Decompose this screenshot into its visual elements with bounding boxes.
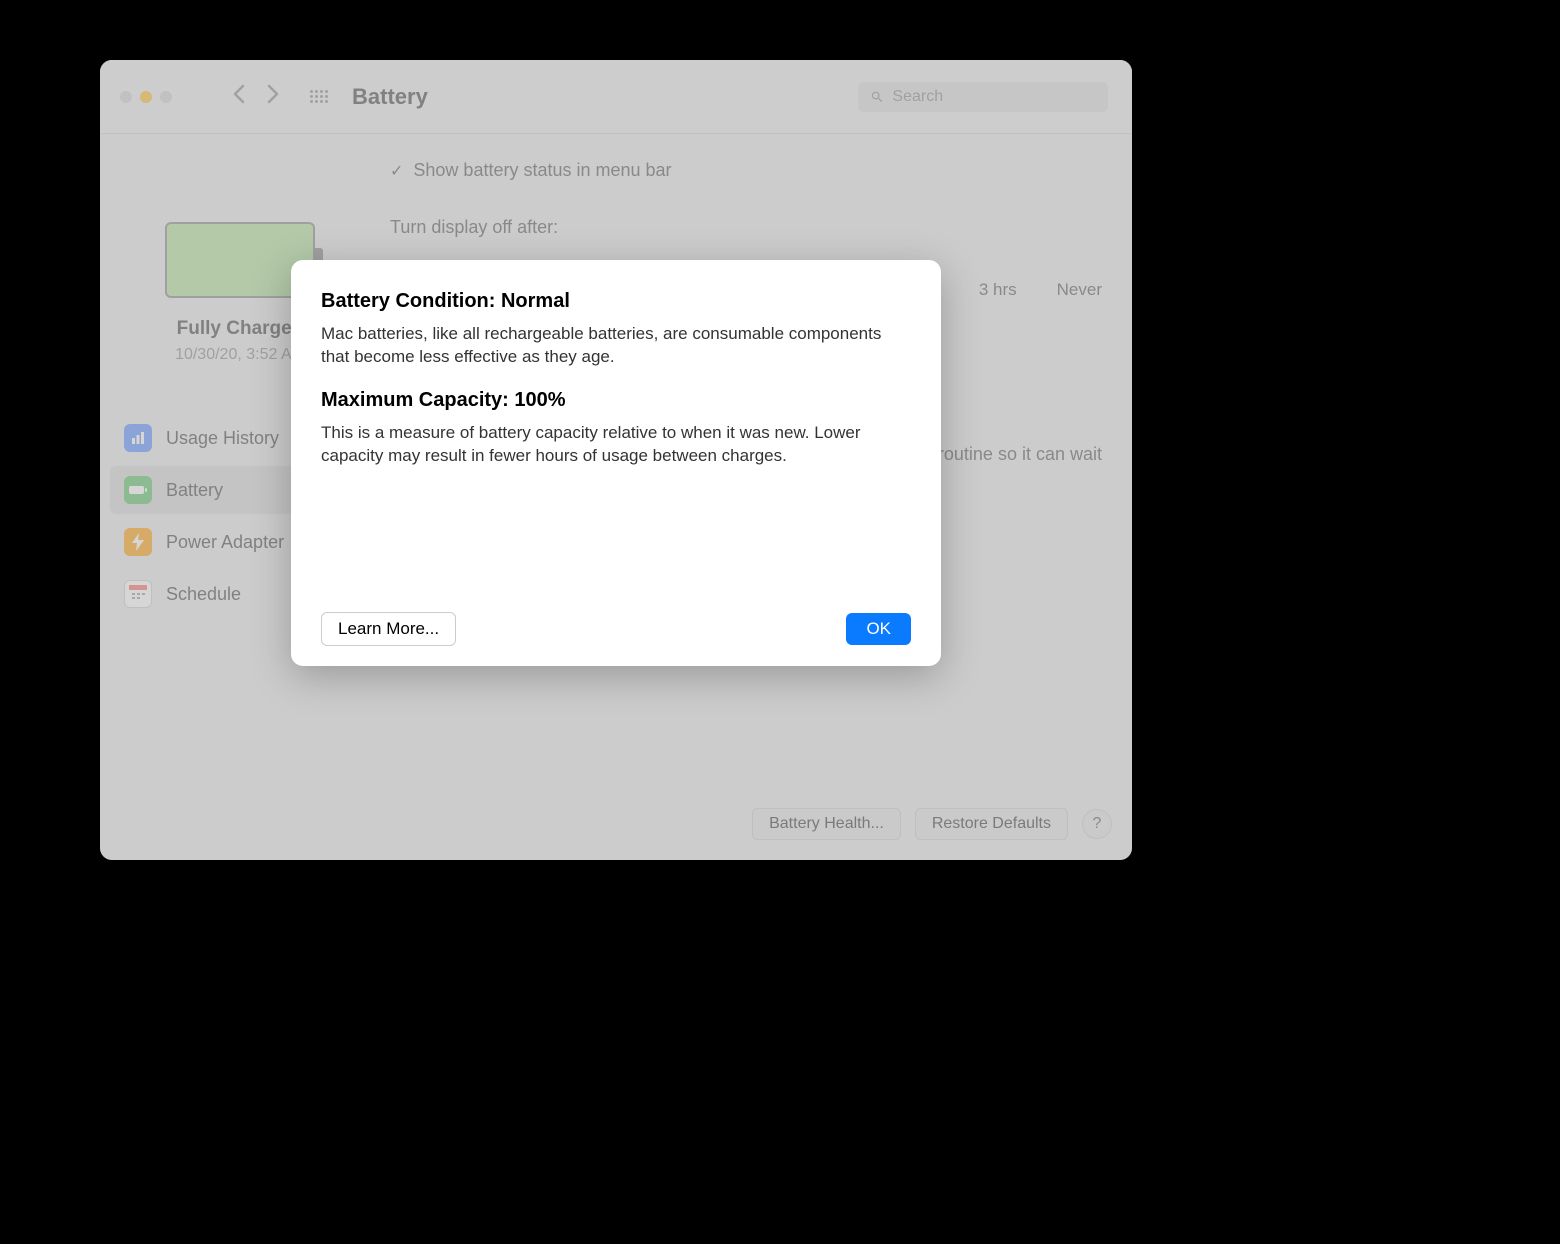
- learn-more-button[interactable]: Learn More...: [321, 612, 456, 646]
- battery-health-modal: Battery Condition: Normal Mac batteries,…: [291, 260, 941, 666]
- battery-prefpane-window: Battery ✓ Show battery status in menu ba…: [100, 60, 1132, 860]
- capacity-heading: Maximum Capacity: 100%: [321, 389, 911, 412]
- condition-heading: Battery Condition: Normal: [321, 290, 911, 313]
- modal-overlay: Battery Condition: Normal Mac batteries,…: [100, 60, 1132, 860]
- modal-footer: Learn More... OK: [321, 612, 911, 646]
- ok-button[interactable]: OK: [846, 613, 911, 645]
- condition-text: Mac batteries, like all rechargeable bat…: [321, 323, 911, 369]
- capacity-text: This is a measure of battery capacity re…: [321, 422, 911, 468]
